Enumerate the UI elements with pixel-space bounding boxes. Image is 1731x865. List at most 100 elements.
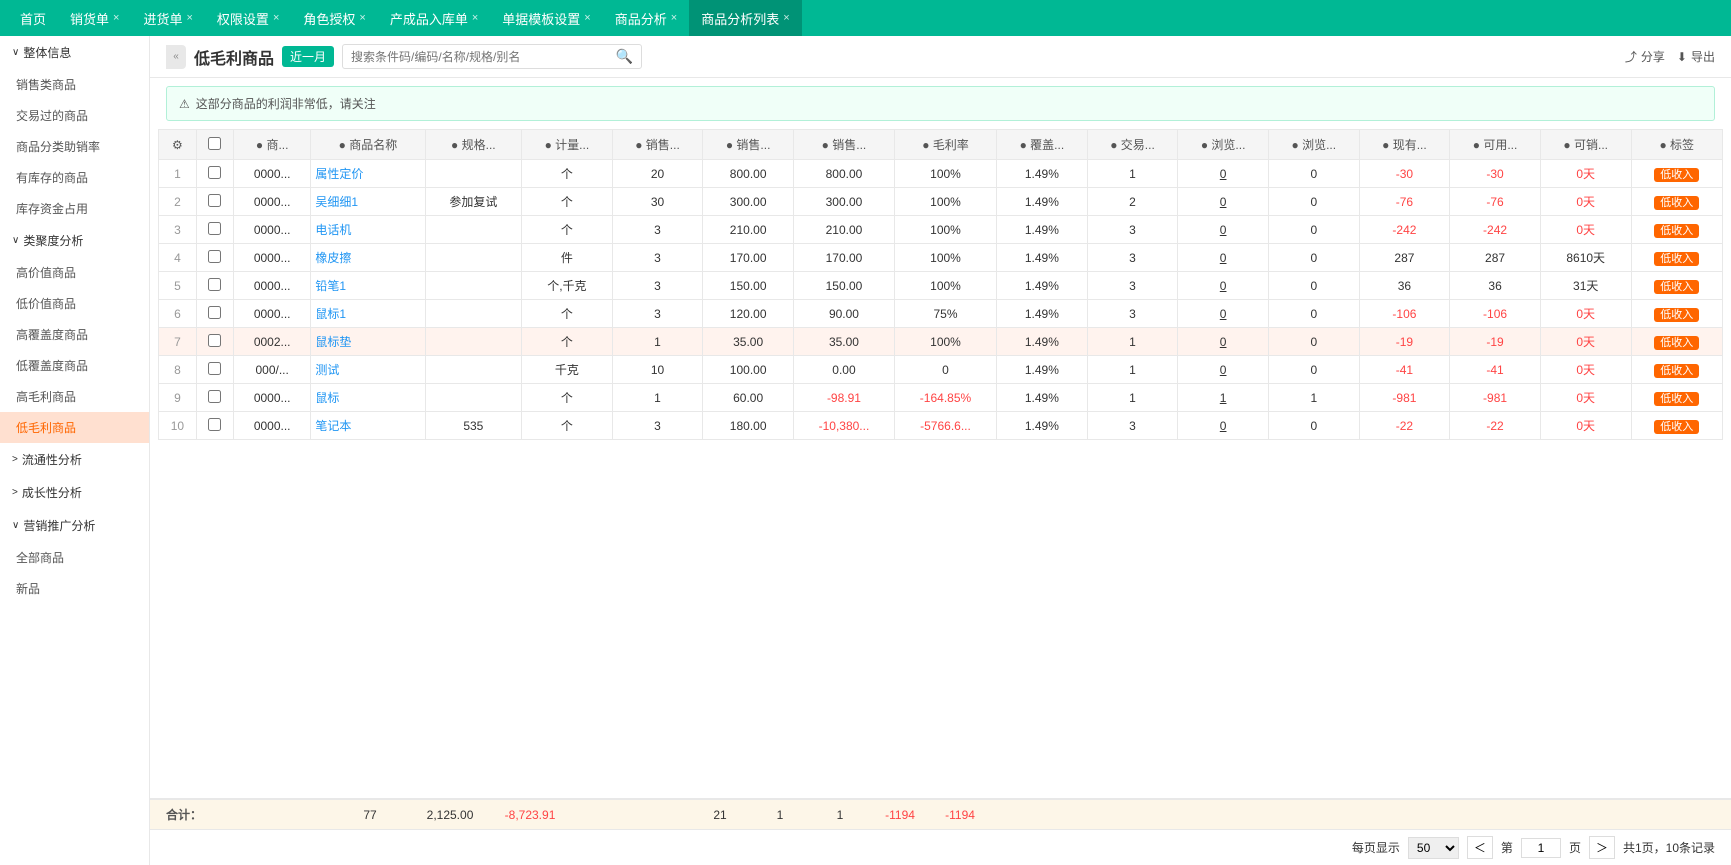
col-code[interactable]: ● 商...	[234, 130, 311, 160]
row-checkbox[interactable]	[196, 188, 233, 216]
row-browse1[interactable]: 0	[1178, 272, 1269, 300]
row-select-checkbox[interactable]	[208, 390, 221, 403]
nav-home[interactable]: 首页	[8, 0, 58, 36]
col-sales-amount[interactable]: ● 销售...	[793, 130, 894, 160]
row-select-checkbox[interactable]	[208, 166, 221, 179]
col-settings[interactable]: ⚙	[159, 130, 197, 160]
nav-close-sales[interactable]: ×	[113, 12, 119, 24]
nav-product-analysis[interactable]: 商品分析 ×	[603, 0, 689, 36]
row-browse1[interactable]: 0	[1178, 356, 1269, 384]
nav-close-purchase[interactable]: ×	[186, 12, 192, 24]
row-select-checkbox[interactable]	[208, 362, 221, 375]
col-gross-rate[interactable]: ● 毛利率	[894, 130, 996, 160]
row-browse1[interactable]: 0	[1178, 300, 1269, 328]
nav-template-settings[interactable]: 单据模板设置 ×	[490, 0, 602, 36]
row-name[interactable]: 吴细细1	[311, 188, 425, 216]
row-select-checkbox[interactable]	[208, 306, 221, 319]
row-checkbox[interactable]	[196, 300, 233, 328]
row-browse1[interactable]: 0	[1178, 160, 1269, 188]
sidebar-item-category-rate[interactable]: 商品分类助销率	[0, 131, 149, 162]
nav-role-auth[interactable]: 角色授权 ×	[291, 0, 377, 36]
nav-sales-order[interactable]: 销货单 ×	[58, 0, 131, 36]
row-name[interactable]: 鼠标	[311, 384, 425, 412]
nav-permission-settings[interactable]: 权限设置 ×	[205, 0, 291, 36]
row-select-checkbox[interactable]	[208, 194, 221, 207]
sidebar-item-all-products[interactable]: 全部商品	[0, 542, 149, 573]
row-select-checkbox[interactable]	[208, 334, 221, 347]
row-browse1[interactable]: 1	[1178, 384, 1269, 412]
col-transaction[interactable]: ● 交易...	[1087, 130, 1178, 160]
nav-close-permission[interactable]: ×	[273, 12, 279, 24]
col-browse2[interactable]: ● 浏览...	[1268, 130, 1359, 160]
row-checkbox[interactable]	[196, 272, 233, 300]
row-checkbox[interactable]	[196, 356, 233, 384]
row-checkbox[interactable]	[196, 384, 233, 412]
row-name[interactable]: 铅笔1	[311, 272, 425, 300]
sidebar-group-growth[interactable]: > 成长性分析	[0, 476, 149, 509]
row-name[interactable]: 电话机	[311, 216, 425, 244]
sidebar-group-overall[interactable]: ∨ 整体信息	[0, 36, 149, 69]
row-name[interactable]: 鼠标1	[311, 300, 425, 328]
col-sales-qty[interactable]: ● 销售...	[612, 130, 703, 160]
row-checkbox[interactable]	[196, 160, 233, 188]
sidebar-item-high-coverage[interactable]: 高覆盖度商品	[0, 319, 149, 350]
select-all-checkbox[interactable]	[208, 137, 221, 150]
nav-close-analysis-list[interactable]: ×	[783, 12, 789, 24]
sidebar-item-new-products[interactable]: 新品	[0, 573, 149, 604]
nav-close-role[interactable]: ×	[359, 12, 365, 24]
row-name[interactable]: 橡皮擦	[311, 244, 425, 272]
nav-close-template[interactable]: ×	[584, 12, 590, 24]
sidebar-item-in-stock[interactable]: 有库存的商品	[0, 162, 149, 193]
row-name[interactable]: 笔记本	[311, 412, 425, 440]
sidebar-item-traded[interactable]: 交易过的商品	[0, 100, 149, 131]
row-browse1[interactable]: 0	[1178, 244, 1269, 272]
sidebar-item-high-value[interactable]: 高价值商品	[0, 257, 149, 288]
search-input[interactable]	[351, 50, 616, 64]
row-name[interactable]: 属性定价	[311, 160, 425, 188]
row-name[interactable]: 测试	[311, 356, 425, 384]
col-coverage[interactable]: ● 覆盖...	[997, 130, 1088, 160]
row-browse1[interactable]: 0	[1178, 412, 1269, 440]
sidebar-item-sales-category[interactable]: 销售类商品	[0, 69, 149, 100]
row-select-checkbox[interactable]	[208, 250, 221, 263]
row-checkbox[interactable]	[196, 244, 233, 272]
sidebar-group-marketing[interactable]: ∨ 营销推广分析	[0, 509, 149, 542]
sidebar-item-low-coverage[interactable]: 低覆盖度商品	[0, 350, 149, 381]
col-sales-price[interactable]: ● 销售...	[703, 130, 794, 160]
row-select-checkbox[interactable]	[208, 418, 221, 431]
row-checkbox[interactable]	[196, 216, 233, 244]
export-button[interactable]: ⬇ 导出	[1677, 48, 1715, 65]
nav-product-inbound[interactable]: 产成品入库单 ×	[378, 0, 490, 36]
nav-close-analysis[interactable]: ×	[671, 12, 677, 24]
nav-purchase-order[interactable]: 进货单 ×	[131, 0, 204, 36]
row-browse1[interactable]: 0	[1178, 328, 1269, 356]
col-tag[interactable]: ● 标签	[1631, 130, 1722, 160]
page-number-input[interactable]	[1521, 838, 1561, 858]
sidebar-item-high-margin[interactable]: 高毛利商品	[0, 381, 149, 412]
col-available[interactable]: ● 可用...	[1450, 130, 1541, 160]
search-icon[interactable]: 🔍	[616, 48, 633, 65]
col-browse1[interactable]: ● 浏览...	[1178, 130, 1269, 160]
sidebar-group-cluster[interactable]: ∨ 类聚度分析	[0, 224, 149, 257]
sidebar-item-low-value[interactable]: 低价值商品	[0, 288, 149, 319]
sidebar-item-stock-capital[interactable]: 库存资金占用	[0, 193, 149, 224]
row-checkbox[interactable]	[196, 412, 233, 440]
col-current-stock[interactable]: ● 现有...	[1359, 130, 1450, 160]
col-checkbox[interactable]	[196, 130, 233, 160]
nav-product-analysis-list[interactable]: 商品分析列表 ×	[689, 0, 801, 36]
page-size-select[interactable]: 50 100 200	[1408, 837, 1459, 859]
sidebar-item-low-margin[interactable]: 低毛利商品	[0, 412, 149, 443]
row-browse1[interactable]: 0	[1178, 216, 1269, 244]
row-select-checkbox[interactable]	[208, 278, 221, 291]
col-spec[interactable]: ● 规格...	[425, 130, 521, 160]
row-name[interactable]: 鼠标垫	[311, 328, 425, 356]
next-page-button[interactable]: ＞	[1589, 836, 1615, 859]
row-select-checkbox[interactable]	[208, 222, 221, 235]
sidebar-collapse-button[interactable]: «	[166, 45, 186, 69]
row-checkbox[interactable]	[196, 328, 233, 356]
col-unit[interactable]: ● 计量...	[522, 130, 613, 160]
filter-tag-button[interactable]: 近一月	[282, 46, 334, 67]
share-button[interactable]: ⤴ 分享	[1625, 48, 1665, 65]
sidebar-group-flow[interactable]: > 流通性分析	[0, 443, 149, 476]
prev-page-button[interactable]: ＜	[1467, 836, 1493, 859]
